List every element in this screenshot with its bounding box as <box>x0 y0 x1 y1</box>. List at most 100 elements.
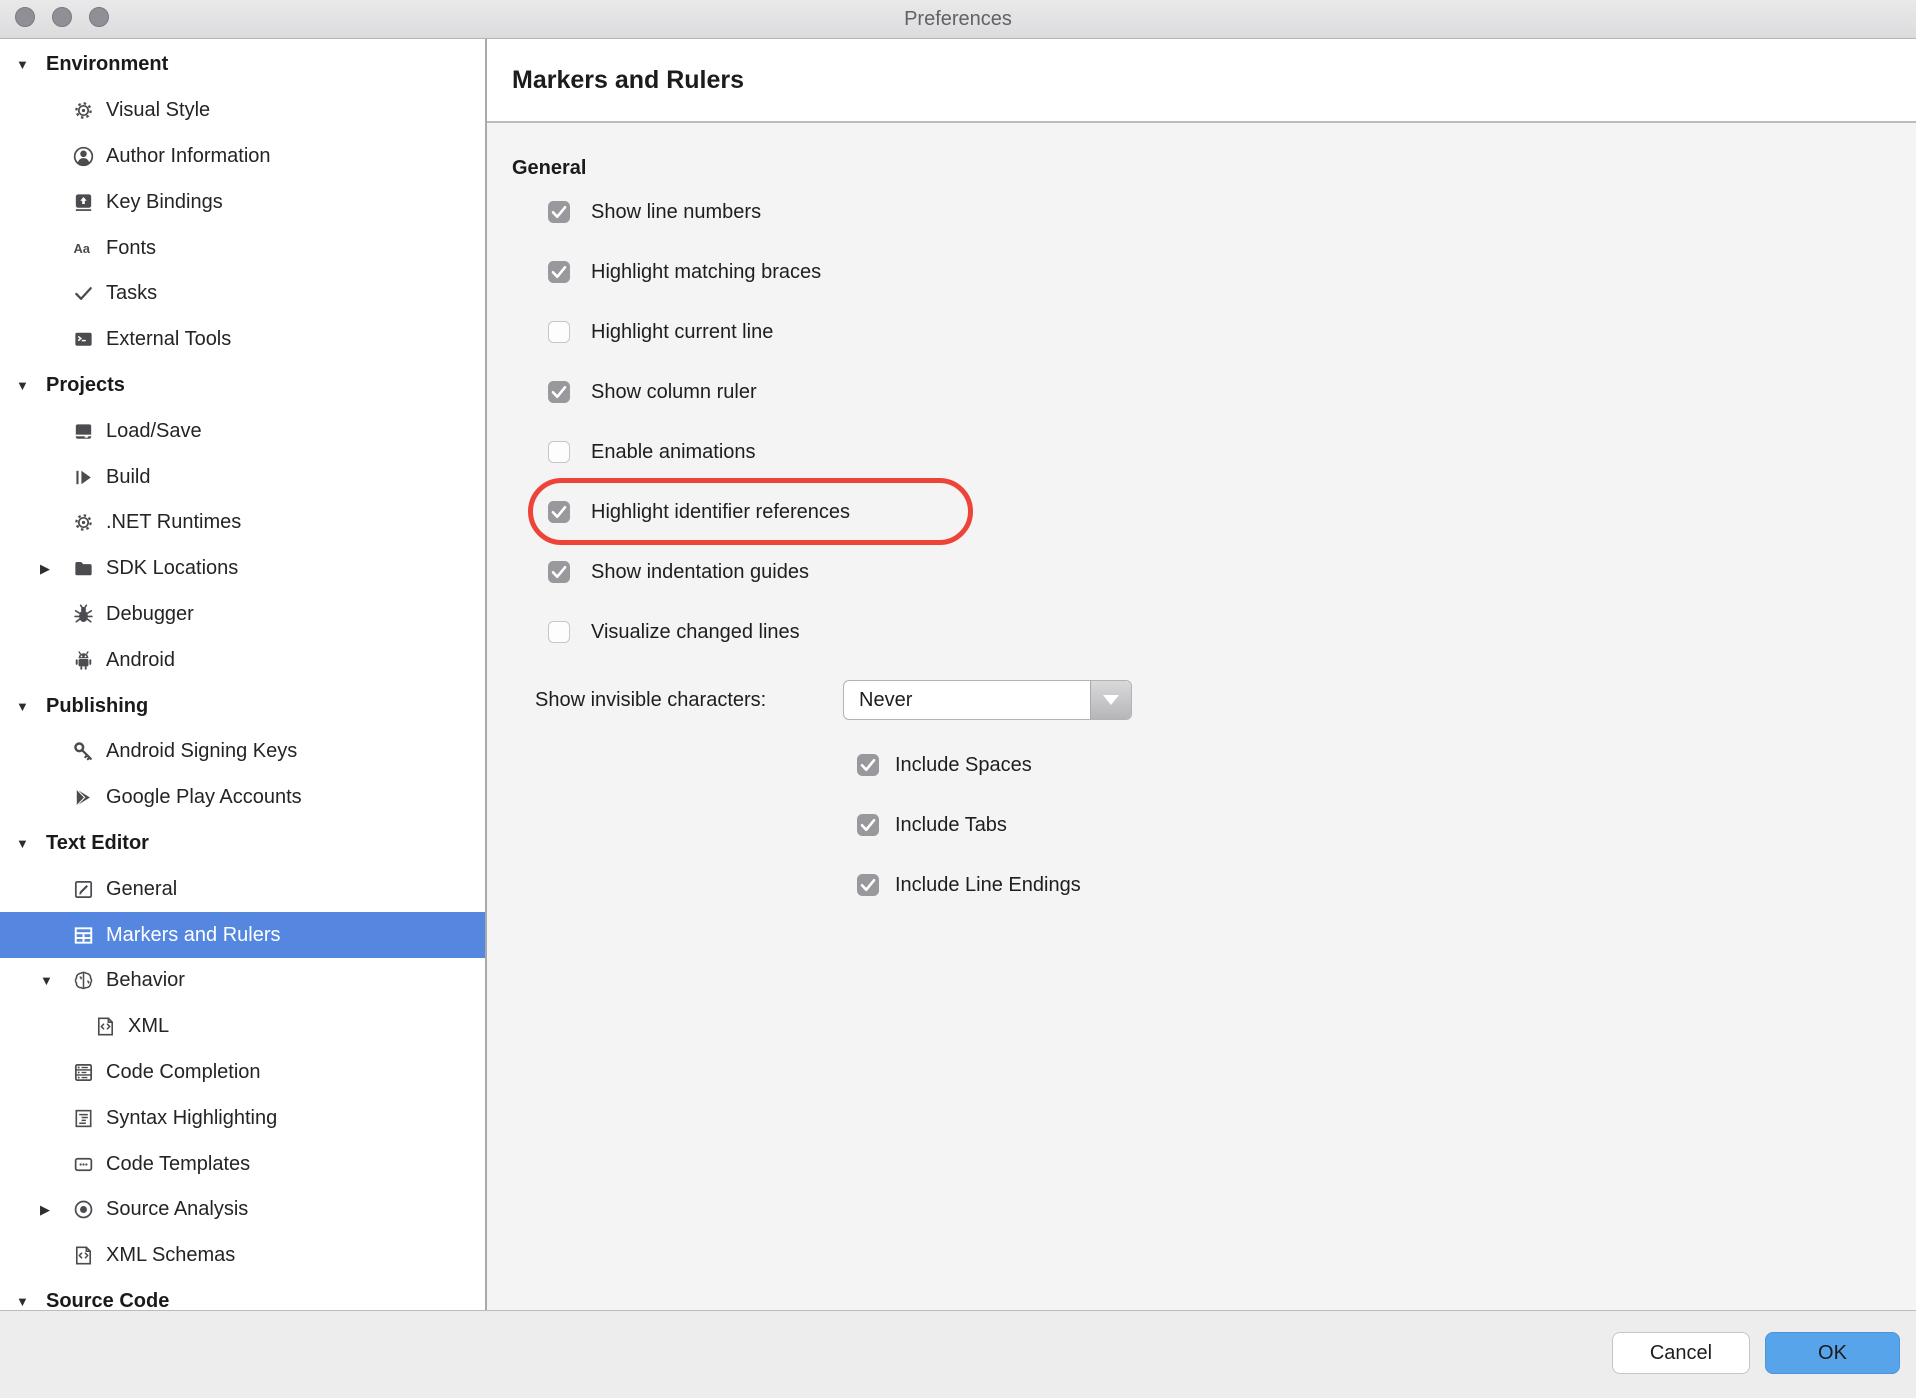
highlight-identifier-references-checkbox[interactable] <box>548 501 570 523</box>
sidebar-item-label: Projects <box>46 374 125 397</box>
show-invisible-characters-select[interactable]: Never <box>843 680 1132 720</box>
invisible-characters-options-list: Include SpacesInclude TabsInclude Line E… <box>857 754 1081 934</box>
sidebar-item-debugger[interactable]: Debugger <box>0 592 485 638</box>
general-options-list: Show line numbers Highlight matching brac… <box>548 201 850 681</box>
markers-rulers-icon <box>72 924 95 947</box>
triangle-expanded-icon[interactable]: ▼ <box>16 378 46 393</box>
show-line-numbers-checkbox[interactable] <box>548 201 570 223</box>
titlebar: Preferences <box>0 0 1916 39</box>
sidebar-item-label: Text Editor <box>46 832 149 855</box>
chevron-down-icon[interactable] <box>1090 681 1131 719</box>
checkbox-label: Highlight current line <box>591 321 773 344</box>
sidebar-item-label: Markers and Rulers <box>106 924 281 947</box>
sidebar-item-code-completion[interactable]: Code Completion <box>0 1050 485 1096</box>
checkbox-row-highlight-matching-braces: Highlight matching braces <box>548 261 850 283</box>
zoom-button[interactable] <box>89 7 109 27</box>
sidebar-item-projects[interactable]: ▼Projects <box>0 363 485 409</box>
selected-option-value: Never <box>844 689 1090 712</box>
sidebar-item-code-templates[interactable]: Code Templates <box>0 1141 485 1187</box>
behavior-icon <box>72 969 95 992</box>
xml-icon <box>94 1015 117 1038</box>
sidebar-item-label: Code Templates <box>106 1153 250 1176</box>
sidebar-item-net-runtimes[interactable]: .NET Runtimes <box>0 500 485 546</box>
sidebar-item-publishing[interactable]: ▼Publishing <box>0 683 485 729</box>
sidebar-item-behavior[interactable]: ▼ Behavior <box>0 958 485 1004</box>
checkbox-row-enable-animations: Enable animations <box>548 441 850 463</box>
svg-text:Aa: Aa <box>73 240 90 255</box>
checkbox-row-highlight-current-line: Highlight current line <box>548 321 850 343</box>
sidebar-item-label: Behavior <box>106 969 185 992</box>
highlight-current-line-checkbox[interactable] <box>548 321 570 343</box>
include-tabs-checkbox[interactable] <box>857 814 879 836</box>
sidebar-item-environment[interactable]: ▼Environment <box>0 42 485 88</box>
sidebar-item-label: Android Signing Keys <box>106 740 297 763</box>
checkbox-label: Highlight matching braces <box>591 261 821 284</box>
sidebar-item-xml-schemas[interactable]: XML Schemas <box>0 1233 485 1279</box>
highlight-matching-braces-checkbox[interactable] <box>548 261 570 283</box>
sidebar-item-xml[interactable]: XML <box>0 1004 485 1050</box>
sidebar-item-fonts[interactable]: Aa Fonts <box>0 225 485 271</box>
sidebar-item-general[interactable]: General <box>0 866 485 912</box>
triangle-expanded-icon[interactable]: ▼ <box>16 836 46 851</box>
sidebar-item-source-code[interactable]: ▼Source Code <box>0 1279 485 1310</box>
author-icon <box>72 145 95 168</box>
triangle-expanded-icon[interactable]: ▼ <box>16 1294 46 1309</box>
dialog-button-bar: Cancel OK <box>0 1310 1916 1398</box>
sidebar-item-label: Source Code <box>46 1290 169 1310</box>
sidebar-item-syntax-highlighting[interactable]: Syntax Highlighting <box>0 1095 485 1141</box>
sidebar-item-label: Key Bindings <box>106 191 223 214</box>
ok-button[interactable]: OK <box>1765 1332 1900 1374</box>
checkbox-label: Enable animations <box>591 441 756 464</box>
sidebar-item-visual-style[interactable]: Visual Style <box>0 88 485 134</box>
checkbox-label: Show column ruler <box>591 381 757 404</box>
include-spaces-checkbox[interactable] <box>857 754 879 776</box>
sidebar-item-markers-and-rulers[interactable]: Markers and Rulers <box>0 912 485 958</box>
include-line-endings-checkbox[interactable] <box>857 874 879 896</box>
sidebar-item-label: Code Completion <box>106 1061 261 1084</box>
sidebar-item-google-play-accounts[interactable]: Google Play Accounts <box>0 775 485 821</box>
checkbox-label: Show line numbers <box>591 201 761 224</box>
sidebar-item-label: Debugger <box>106 603 194 626</box>
checkbox-label: Include Spaces <box>895 754 1032 777</box>
code-templates-icon <box>72 1153 95 1176</box>
sidebar-item-key-bindings[interactable]: Key Bindings <box>0 179 485 225</box>
checkbox-row-highlight-identifier-references: Highlight identifier references <box>548 501 850 523</box>
triangle-expanded-icon[interactable]: ▼ <box>16 57 46 72</box>
sidebar-item-text-editor[interactable]: ▼Text Editor <box>0 821 485 867</box>
sidebar-item-load-save[interactable]: Load/Save <box>0 408 485 454</box>
section-heading: General <box>512 154 586 182</box>
sidebar-item-tasks[interactable]: Tasks <box>0 271 485 317</box>
close-button[interactable] <box>15 7 35 27</box>
cancel-button[interactable]: Cancel <box>1612 1332 1750 1374</box>
sidebar-item-label: Tasks <box>106 282 157 305</box>
sidebar-item-external-tools[interactable]: External Tools <box>0 317 485 363</box>
checkbox-label: Visualize changed lines <box>591 621 800 644</box>
sidebar-item-label: General <box>106 878 177 901</box>
enable-animations-checkbox[interactable] <box>548 441 570 463</box>
show-indentation-guides-checkbox[interactable] <box>548 561 570 583</box>
triangle-collapsed-icon[interactable]: ▶ <box>40 561 72 577</box>
sidebar-item-label: XML <box>128 1015 169 1038</box>
checkbox-label: Show indentation guides <box>591 561 809 584</box>
minimize-button[interactable] <box>52 7 72 27</box>
sidebar-item-source-analysis[interactable]: ▶Source Analysis <box>0 1187 485 1233</box>
sidebar-item-android[interactable]: Android <box>0 637 485 683</box>
sidebar-item-android-signing-keys[interactable]: Android Signing Keys <box>0 729 485 775</box>
show-column-ruler-checkbox[interactable] <box>548 381 570 403</box>
load-save-icon <box>72 420 95 443</box>
triangle-expanded-icon[interactable]: ▼ <box>40 973 72 988</box>
sidebar-item-sdk-locations[interactable]: ▶SDK Locations <box>0 546 485 592</box>
syntax-highlighting-icon <box>72 1107 95 1130</box>
sidebar-item-label: Author Information <box>106 145 271 168</box>
sidebar-item-label: XML Schemas <box>106 1244 235 1267</box>
sidebar-item-author-information[interactable]: Author Information <box>0 134 485 180</box>
triangle-collapsed-icon[interactable]: ▶ <box>40 1202 72 1218</box>
triangle-expanded-icon[interactable]: ▼ <box>16 699 46 714</box>
sidebar-item-label: Build <box>106 466 150 489</box>
sidebar-item-label: Fonts <box>106 237 156 260</box>
panel-header: Markers and Rulers <box>487 39 1916 123</box>
sidebar-item-build[interactable]: Build <box>0 454 485 500</box>
visualize-changed-lines-checkbox[interactable] <box>548 621 570 643</box>
checkbox-row-show-line-numbers: Show line numbers <box>548 201 850 223</box>
sidebar-item-label: Publishing <box>46 695 148 718</box>
